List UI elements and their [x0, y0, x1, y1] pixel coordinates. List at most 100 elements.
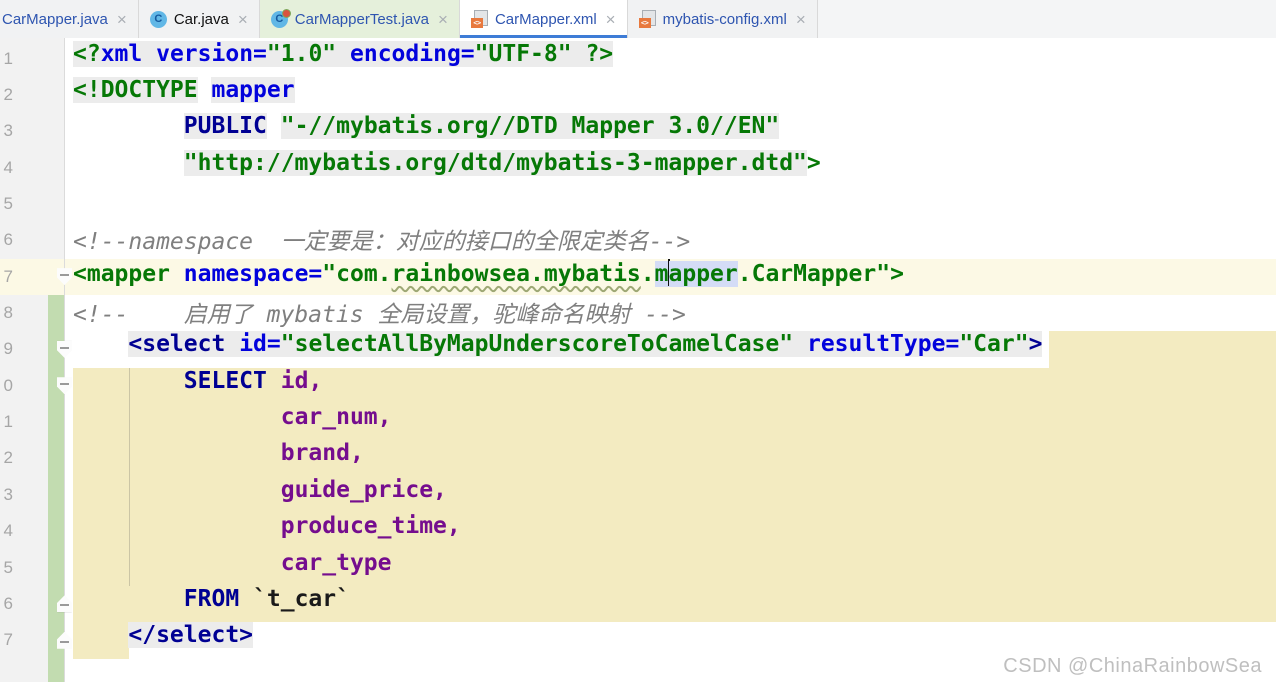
code-line[interactable]: SELECT id,	[65, 368, 1276, 404]
tab-close-icon[interactable]: ×	[606, 11, 616, 28]
code-token	[571, 40, 586, 67]
tab-bar: CarMapper.java × C Car.java × C CarMapperTest.…	[0, 0, 1276, 39]
code-line[interactable]: car_num,	[65, 404, 1276, 440]
line-number: 3	[3, 121, 13, 141]
xml-file-icon: <>	[470, 10, 488, 28]
line-number: 6	[3, 593, 13, 613]
code-token: "UTF-8"	[474, 40, 572, 67]
tab-carmapper-xml[interactable]: <> CarMapper.xml ×	[459, 0, 628, 39]
watermark: CSDN @ChinaRainbowSea	[1003, 655, 1262, 677]
code-line[interactable]: <!-- 启用了 mybatis 全局设置，驼峰命名映射 -->	[65, 295, 1276, 331]
code-line[interactable]: "http://mybatis.org/dtd/mybatis-3-mapper…	[65, 149, 1276, 186]
code-token: SELECT	[183, 367, 267, 394]
code-token: version	[156, 40, 254, 67]
code-token: >	[890, 260, 904, 287]
line-number: 8	[3, 303, 13, 323]
code-token: <!DOCTYPE	[73, 76, 198, 103]
code-line[interactable]: <?xml version="1.0" encoding="UTF-8" ?>	[65, 40, 1276, 77]
code-line[interactable]: produce_time,	[65, 513, 1276, 549]
tab-close-icon[interactable]: ×	[238, 11, 248, 28]
line-number: 7	[3, 630, 13, 650]
tab-label: CarMapper.xml	[494, 10, 597, 28]
xml-file-icon: <>	[638, 10, 656, 28]
code-token: id	[280, 367, 309, 394]
line-number: 1	[3, 412, 13, 432]
code-line[interactable]: <mapper namespace="com.rainbowsea.mybati…	[65, 258, 1276, 295]
code-token: id	[239, 331, 267, 358]
code-token	[336, 40, 351, 67]
code-token: namespace	[183, 260, 309, 287]
line-number: 2	[3, 84, 13, 104]
line-number: 7	[3, 266, 13, 286]
code-line[interactable]: PUBLIC "-//mybatis.org//DTD Mapper 3.0//…	[65, 113, 1276, 149]
code-token: ?>	[585, 40, 614, 67]
code-token: "Car"	[959, 331, 1029, 358]
code-token: PUBLIC	[183, 113, 267, 140]
editor[interactable]: 12345678901234567 <?xml version="1.0" en…	[0, 38, 1276, 682]
code-token: "selectAllByMapUnderscoreToCamelCase"	[280, 331, 794, 358]
code-token: apper	[668, 260, 738, 287]
tab-label: CarMapper.java	[2, 10, 108, 28]
code-token: <select	[128, 331, 226, 358]
code-area[interactable]: <?xml version="1.0" encoding="UTF-8" ?> <…	[65, 40, 1276, 682]
line-number: 5	[3, 193, 13, 213]
code-token: >	[806, 149, 821, 176]
line-number: 1	[3, 48, 13, 68]
code-line[interactable]: car_type	[65, 550, 1276, 586]
code-line[interactable]: guide_price,	[65, 477, 1276, 513]
code-token: car_type	[280, 549, 392, 576]
tab-label: CarMapperTest.java	[294, 10, 430, 28]
code-token: =	[308, 260, 323, 287]
tab-carmappertest-java[interactable]: C CarMapperTest.java ×	[259, 0, 460, 38]
code-token: <?	[73, 40, 101, 67]
code-token: <!--namespace 一定要是：对应的接口的全限定类名-->	[73, 229, 691, 256]
line-number: 2	[3, 448, 13, 468]
code-token: encoding	[350, 40, 461, 67]
java-class-icon: C	[149, 10, 167, 28]
tab-carmapper-java[interactable]: CarMapper.java ×	[0, 0, 139, 38]
code-token: =	[253, 40, 267, 67]
tab-label: mybatis-config.xml	[662, 10, 787, 28]
tab-close-icon[interactable]: ×	[117, 11, 127, 28]
code-token: .	[640, 260, 655, 287]
code-token: produce_time	[280, 513, 447, 540]
tab-label: Car.java	[173, 10, 229, 28]
tab-close-icon[interactable]: ×	[438, 11, 448, 28]
code-line[interactable]: <select id="selectAllByMapUnderscoreToCa…	[65, 331, 1276, 367]
code-line[interactable]: FROM `t_car`	[65, 586, 1276, 622]
tab-mybatis-config-xml[interactable]: <> mybatis-config.xml ×	[627, 0, 818, 38]
code-token: resultType	[806, 331, 946, 358]
code-token: m	[654, 260, 669, 287]
code-token: .CarMapper"	[737, 260, 891, 287]
code-token: </select>	[128, 622, 254, 649]
code-token: >	[1028, 331, 1043, 358]
code-line[interactable]	[65, 186, 1276, 222]
code-line[interactable]: </select>	[65, 622, 1276, 658]
code-line[interactable]: brand,	[65, 440, 1276, 476]
java-test-class-icon: C	[270, 8, 291, 28]
code-line[interactable]: <!--namespace 一定要是：对应的接口的全限定类名-->	[65, 222, 1276, 258]
tab-car-java[interactable]: C Car.java ×	[138, 0, 260, 38]
line-number: 9	[3, 339, 13, 359]
code-line[interactable]: <!DOCTYPE mapper	[65, 76, 1276, 113]
code-token: brand	[280, 440, 350, 467]
code-token: "http://mybatis.org/dtd/mybatis-3-mapper…	[183, 149, 807, 176]
code-token: "1.0"	[266, 40, 337, 67]
line-number: 4	[3, 157, 13, 177]
line-number: 5	[3, 557, 13, 577]
tab-close-icon[interactable]: ×	[796, 11, 806, 28]
tab-bar-empty-space	[817, 0, 1276, 38]
